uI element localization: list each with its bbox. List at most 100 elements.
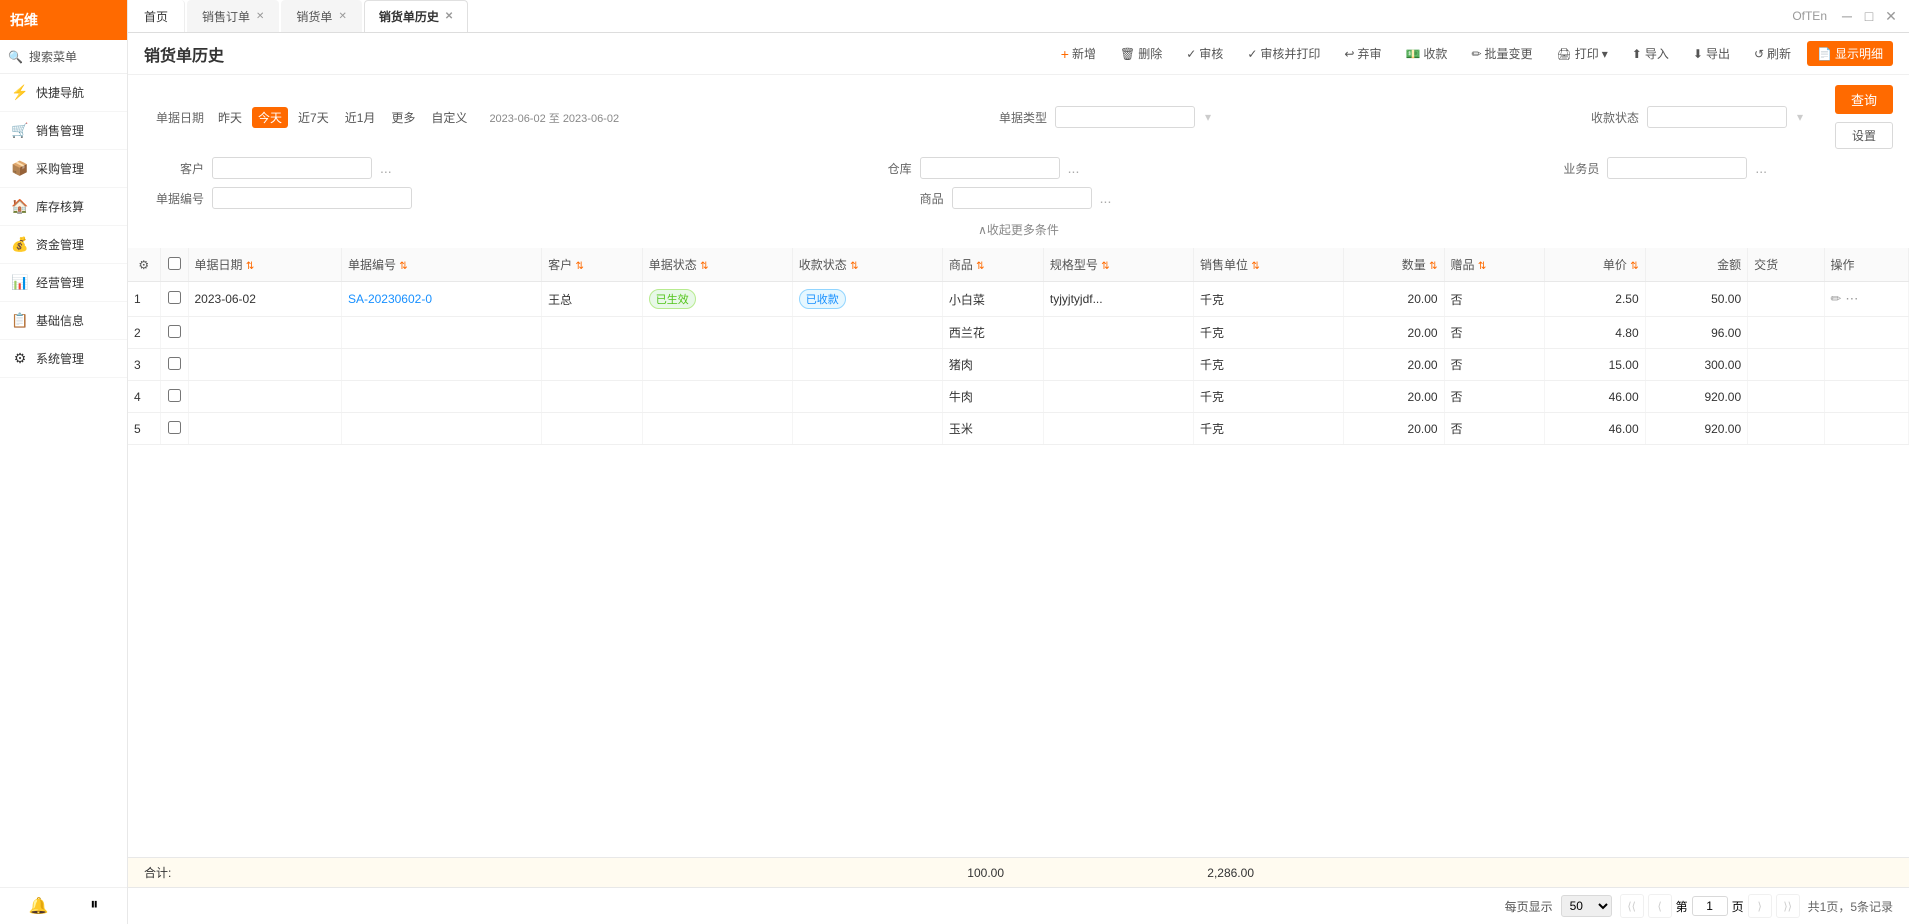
- show-detail-button[interactable]: 📄 显示明细: [1807, 41, 1893, 66]
- sidebar-item-system[interactable]: ⚙ 系统管理: [0, 340, 127, 378]
- tab-sales-delivery[interactable]: 销货单 ✕: [281, 0, 361, 32]
- last-page-btn[interactable]: ⟩⟩: [1776, 894, 1800, 918]
- window-maximize[interactable]: □: [1859, 6, 1879, 26]
- row-gift: 否: [1444, 282, 1545, 317]
- filter-section: 单据日期 昨天 今天 近7天 近1月 更多 自定义 2023-06-02 至 2…: [128, 75, 1909, 248]
- row-docno[interactable]: [341, 413, 541, 445]
- row-collectstatus: [792, 381, 942, 413]
- notification-icon[interactable]: 🔔: [29, 896, 49, 916]
- date-btn-custom[interactable]: 自定义: [425, 107, 473, 128]
- pause-icon[interactable]: ⏸: [90, 896, 98, 916]
- sidebar-item-finance[interactable]: 💰 资金管理: [0, 226, 127, 264]
- col-unit[interactable]: 销售单位 ⇅: [1193, 248, 1343, 282]
- row-check[interactable]: [160, 381, 188, 413]
- audit-print-button[interactable]: ✓ 审核并打印: [1239, 41, 1328, 66]
- abandon-button[interactable]: ↩ 弃审: [1336, 41, 1389, 66]
- tab-home[interactable]: 首页: [128, 0, 185, 32]
- footer-spacer3: [1054, 866, 1134, 880]
- row-product: 西兰花: [942, 317, 1043, 349]
- col-collectstatus[interactable]: 收款状态 ⇅: [792, 248, 942, 282]
- import-button[interactable]: ⬆ 导入: [1624, 41, 1677, 66]
- tab-sales-history-close[interactable]: ✕: [445, 11, 453, 22]
- batch-change-button[interactable]: ✏ 批量变更: [1463, 41, 1540, 66]
- collect-status-dropdown-icon[interactable]: ▾: [1797, 110, 1803, 124]
- doctype-dropdown-icon[interactable]: ▾: [1205, 110, 1211, 124]
- col-product[interactable]: 商品 ⇅: [942, 248, 1043, 282]
- audit-button[interactable]: ✓ 审核: [1178, 41, 1231, 66]
- select-all-checkbox[interactable]: [168, 257, 181, 270]
- query-button[interactable]: 查询: [1835, 85, 1893, 114]
- tab-sales-order[interactable]: 销售订单 ✕: [187, 0, 279, 32]
- row-docno[interactable]: [341, 317, 541, 349]
- row-actions: [1824, 317, 1909, 349]
- prev-page-btn[interactable]: ⟨: [1648, 894, 1672, 918]
- date-btn-today[interactable]: 今天: [252, 107, 288, 128]
- date-btn-more[interactable]: 更多: [385, 107, 421, 128]
- set-button[interactable]: 设置: [1835, 122, 1893, 149]
- customer-dots[interactable]: ...: [380, 160, 392, 176]
- row-docno[interactable]: [341, 349, 541, 381]
- row-docstatus: [642, 381, 792, 413]
- product-dots[interactable]: ...: [1100, 190, 1112, 206]
- product-input[interactable]: [952, 187, 1092, 209]
- collapse-filter-btn[interactable]: ∧ 收起更多条件: [144, 217, 1893, 242]
- sidebar-item-inventory[interactable]: 🏠 库存核算: [0, 188, 127, 226]
- warehouse-input[interactable]: [920, 157, 1060, 179]
- salesperson-input[interactable]: [1607, 157, 1747, 179]
- row-deal: [1748, 349, 1824, 381]
- row-check[interactable]: [160, 317, 188, 349]
- summary-label: 合计:: [144, 864, 204, 881]
- row-docno[interactable]: [341, 381, 541, 413]
- new-button[interactable]: + 新增: [1053, 41, 1104, 66]
- sidebar-search[interactable]: 🔍 搜索菜单: [0, 40, 127, 74]
- sidebar-item-operations[interactable]: 📊 经营管理: [0, 264, 127, 302]
- col-customer[interactable]: 客户 ⇅: [542, 248, 643, 282]
- sidebar-item-sales-mgmt[interactable]: 🛒 销售管理: [0, 112, 127, 150]
- sidebar-item-quick-nav[interactable]: ⚡ 快捷导航: [0, 74, 127, 112]
- more-action[interactable]: ⋯: [1845, 291, 1858, 307]
- date-range-display: 2023-06-02 至 2023-06-02: [489, 110, 619, 126]
- window-close[interactable]: ✕: [1881, 6, 1901, 26]
- print-button[interactable]: 🖨 打印 ▾: [1549, 41, 1616, 66]
- collect-status-input[interactable]: [1647, 106, 1787, 128]
- row-gift: 否: [1444, 317, 1545, 349]
- collect-button[interactable]: 💵 收款: [1397, 41, 1455, 66]
- per-page-select[interactable]: 50 100 200: [1561, 895, 1612, 917]
- tab-sales-history[interactable]: 销货单历史 ✕: [364, 0, 468, 32]
- window-minimize[interactable]: ─: [1837, 6, 1857, 26]
- page-input[interactable]: [1692, 896, 1728, 916]
- sidebar-item-basic-info[interactable]: 📋 基础信息: [0, 302, 127, 340]
- row-check[interactable]: [160, 349, 188, 381]
- tab-sales-delivery-close[interactable]: ✕: [338, 11, 346, 22]
- col-price[interactable]: 单价 ⇅: [1545, 248, 1646, 282]
- date-btn-7days[interactable]: 近7天: [292, 107, 335, 128]
- footer-spacer2: [1004, 866, 1054, 880]
- date-btn-1month[interactable]: 近1月: [339, 107, 382, 128]
- edit-action[interactable]: ✏: [1831, 291, 1842, 307]
- row-check[interactable]: [160, 413, 188, 445]
- col-date[interactable]: 单据日期 ⇅: [188, 248, 341, 282]
- col-spec[interactable]: 规格型号 ⇅: [1043, 248, 1193, 282]
- doctype-input[interactable]: [1055, 106, 1195, 128]
- export-button[interactable]: ⬇ 导出: [1685, 41, 1738, 66]
- col-gift[interactable]: 赠品 ⇅: [1444, 248, 1545, 282]
- sidebar-item-purchase-mgmt[interactable]: 📦 采购管理: [0, 150, 127, 188]
- col-gear[interactable]: ⚙: [128, 248, 160, 282]
- col-qty[interactable]: 数量 ⇅: [1344, 248, 1445, 282]
- row-unit: 千克: [1193, 413, 1343, 445]
- date-btn-yesterday[interactable]: 昨天: [212, 107, 248, 128]
- row-docno[interactable]: SA-20230602-0: [341, 282, 541, 317]
- col-docno[interactable]: 单据编号 ⇅: [341, 248, 541, 282]
- warehouse-dots[interactable]: ...: [1068, 160, 1080, 176]
- first-page-btn[interactable]: ⟨⟨: [1620, 894, 1644, 918]
- pager: ⟨⟨ ⟨ 第 页 ⟩ ⟩⟩: [1620, 894, 1800, 918]
- row-check[interactable]: [160, 282, 188, 317]
- delete-button[interactable]: 🗑 删除: [1112, 41, 1170, 66]
- docno-input[interactable]: [212, 187, 412, 209]
- col-docstatus[interactable]: 单据状态 ⇅: [642, 248, 792, 282]
- tab-sales-order-close[interactable]: ✕: [256, 11, 264, 22]
- customer-input[interactable]: [212, 157, 372, 179]
- next-page-btn[interactable]: ⟩: [1748, 894, 1772, 918]
- salesperson-dots[interactable]: ...: [1755, 160, 1767, 176]
- refresh-button[interactable]: ↺ 刷新: [1746, 41, 1799, 66]
